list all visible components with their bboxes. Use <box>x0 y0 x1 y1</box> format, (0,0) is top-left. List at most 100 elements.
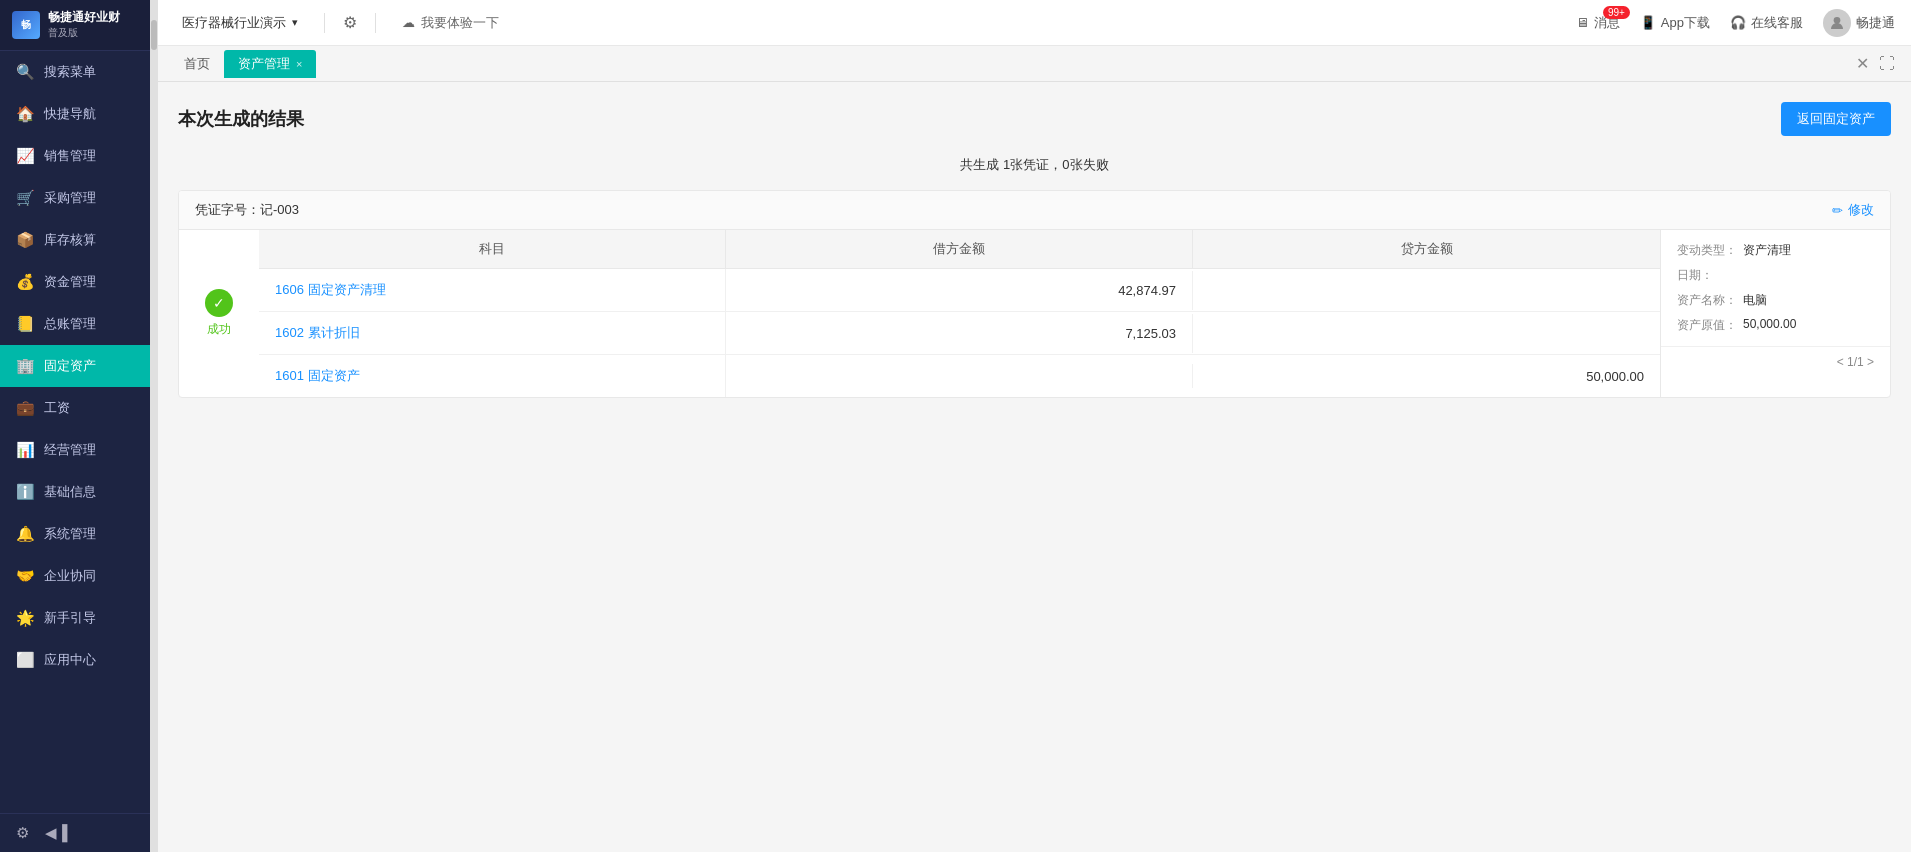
sidebar-item-guide-label: 新手引导 <box>44 609 96 627</box>
sidebar-item-quick-nav-label: 快捷导航 <box>44 105 96 123</box>
tabbar: 首页 资产管理 × ✕ ⛶ <box>158 46 1911 82</box>
payroll-icon: 💼 <box>16 399 34 417</box>
sidebar-item-ledger[interactable]: 📒 总账管理 <box>0 303 150 345</box>
sidebar-item-system-label: 系统管理 <box>44 525 96 543</box>
svg-point-0 <box>1834 17 1841 24</box>
asset-name-label: 资产名称： <box>1677 292 1737 309</box>
app-center-icon: ⬜ <box>16 651 34 669</box>
asset-name-value: 电脑 <box>1743 292 1767 309</box>
sidebar-item-operations[interactable]: 📊 经营管理 <box>0 429 150 471</box>
voucher-status-col: ✓ 成功 <box>179 230 259 397</box>
expand-panel-icon[interactable]: ⛶ <box>1879 55 1895 73</box>
sidebar-scrollbar[interactable] <box>150 0 158 852</box>
sidebar: 畅 畅捷通好业财 普及版 🔍 搜索菜单 🏠 快捷导航 📈 销售管理 🛒 采购管理… <box>0 0 150 852</box>
topbar-right: 🖥 消息 99+ 📱 App下载 🎧 在线客服 畅捷通 <box>1576 9 1895 37</box>
voucher-table-area: 科目 借方金额 贷方金额 1606 固定资产清理 42,874.97 1602 … <box>259 230 1660 397</box>
tab-home[interactable]: 首页 <box>174 55 220 73</box>
sidebar-item-payroll-label: 工资 <box>44 399 70 417</box>
close-panel-icon[interactable]: ✕ <box>1856 54 1869 73</box>
row1-debit: 42,874.97 <box>726 271 1193 310</box>
sidebar-item-purchase[interactable]: 🛒 采购管理 <box>0 177 150 219</box>
voucher-info-content: 变动类型： 资产清理 日期： 资产名称： 电脑 资产原值： <box>1661 230 1891 346</box>
sidebar-item-ledger-label: 总账管理 <box>44 315 96 333</box>
row3-debit <box>726 364 1193 388</box>
user-profile[interactable]: 畅捷通 <box>1823 9 1895 37</box>
sidebar-item-basic-info[interactable]: ℹ️ 基础信息 <box>0 471 150 513</box>
company-selector[interactable]: 医疗器械行业演示 ▾ <box>174 10 306 36</box>
chevron-down-icon: ▾ <box>292 16 298 29</box>
sidebar-item-guide[interactable]: 🌟 新手引导 <box>0 597 150 639</box>
sidebar-item-funds-label: 资金管理 <box>44 273 96 291</box>
date-label: 日期： <box>1677 267 1732 284</box>
sidebar-item-sales[interactable]: 📈 销售管理 <box>0 135 150 177</box>
app-logo: 畅 <box>12 11 40 39</box>
collapse-footer-icon[interactable]: ◀▐ <box>45 824 68 842</box>
notifications-badge: 99+ <box>1603 6 1630 19</box>
sidebar-footer: ⚙ ◀▐ <box>0 813 150 852</box>
topbar-divider-1 <box>324 13 325 33</box>
sidebar-item-operations-label: 经营管理 <box>44 441 96 459</box>
notifications-button[interactable]: 🖥 消息 99+ <box>1576 14 1620 32</box>
sidebar-item-system[interactable]: 🔔 系统管理 <box>0 513 150 555</box>
headset-icon: 🎧 <box>1730 15 1746 30</box>
sidebar-item-search-label: 搜索菜单 <box>44 63 96 81</box>
tab-close-icon[interactable]: × <box>296 58 302 70</box>
info-date: 日期： <box>1677 267 1875 284</box>
sidebar-item-funds[interactable]: 💰 资金管理 <box>0 261 150 303</box>
fixed-assets-icon: 🏢 <box>16 357 34 375</box>
sidebar-item-enterprise-label: 企业协同 <box>44 567 96 585</box>
page-title: 本次生成的结果 <box>178 107 304 131</box>
voucher-edit-button[interactable]: ✏ 修改 <box>1832 201 1874 219</box>
gear-icon[interactable]: ⚙ <box>343 13 357 32</box>
column-credit: 贷方金额 <box>1193 230 1660 268</box>
sidebar-item-purchase-label: 采购管理 <box>44 189 96 207</box>
row2-subject: 1602 累计折旧 <box>259 312 726 354</box>
online-service-label: 在线客服 <box>1751 14 1803 32</box>
info-change-type: 变动类型： 资产清理 <box>1677 242 1875 259</box>
tab-asset-management[interactable]: 资产管理 × <box>224 50 316 78</box>
basic-info-icon: ℹ️ <box>16 483 34 501</box>
cloud-icon: ☁ <box>402 15 415 30</box>
sidebar-item-inventory[interactable]: 📦 库存核算 <box>0 219 150 261</box>
experience-button[interactable]: ☁ 我要体验一下 <box>394 10 507 36</box>
voucher-edit-label: 修改 <box>1848 201 1874 219</box>
app-download-button[interactable]: 📱 App下载 <box>1640 14 1710 32</box>
sidebar-nav: 🔍 搜索菜单 🏠 快捷导航 📈 销售管理 🛒 采购管理 📦 库存核算 💰 资金管… <box>0 51 150 813</box>
sidebar-item-quick-nav[interactable]: 🏠 快捷导航 <box>0 93 150 135</box>
sidebar-item-fixed-assets[interactable]: 🏢 固定资产 <box>0 345 150 387</box>
voucher-header: 凭证字号：记-003 ✏ 修改 <box>179 191 1890 230</box>
scrollbar-thumb <box>151 20 157 50</box>
sales-icon: 📈 <box>16 147 34 165</box>
original-value-value: 50,000.00 <box>1743 317 1796 334</box>
search-icon: 🔍 <box>16 63 34 81</box>
change-type-value: 资产清理 <box>1743 242 1791 259</box>
guide-icon: 🌟 <box>16 609 34 627</box>
sidebar-item-payroll[interactable]: 💼 工资 <box>0 387 150 429</box>
voucher-card: 凭证字号：记-003 ✏ 修改 ✓ 成功 科目 借方 <box>178 190 1891 398</box>
operations-icon: 📊 <box>16 441 34 459</box>
voucher-main-row: ✓ 成功 科目 借方金额 贷方金额 1606 固定资产清理 42,874.97 <box>179 230 1890 397</box>
bell-icon: 🖥 <box>1576 15 1589 30</box>
online-service-button[interactable]: 🎧 在线客服 <box>1730 14 1803 32</box>
app-title-block: 畅捷通好业财 普及版 <box>48 10 120 40</box>
voucher-pagination[interactable]: < 1/1 > <box>1661 346 1890 377</box>
sidebar-item-app-center[interactable]: ⬜ 应用中心 <box>0 639 150 681</box>
sidebar-item-search[interactable]: 🔍 搜索菜单 <box>0 51 150 93</box>
sidebar-item-app-center-label: 应用中心 <box>44 651 96 669</box>
app-download-label: App下载 <box>1661 14 1710 32</box>
table-row: 1602 累计折旧 7,125.03 <box>259 312 1660 355</box>
main-area: 医疗器械行业演示 ▾ ⚙ ☁ 我要体验一下 🖥 消息 99+ 📱 App下载 🎧… <box>158 0 1911 852</box>
user-name: 畅捷通 <box>1856 14 1895 32</box>
sidebar-item-enterprise[interactable]: 🤝 企业协同 <box>0 555 150 597</box>
sidebar-item-fixed-assets-label: 固定资产 <box>44 357 96 375</box>
content-area: 本次生成的结果 返回固定资产 共生成 1张凭证，0张失败 凭证字号：记-003 … <box>158 82 1911 852</box>
sidebar-header: 畅 畅捷通好业财 普及版 <box>0 0 150 51</box>
return-fixed-assets-button[interactable]: 返回固定资产 <box>1781 102 1891 136</box>
settings-footer-icon[interactable]: ⚙ <box>16 824 29 842</box>
sidebar-item-sales-label: 销售管理 <box>44 147 96 165</box>
enterprise-icon: 🤝 <box>16 567 34 585</box>
success-icon: ✓ <box>205 289 233 317</box>
funds-icon: 💰 <box>16 273 34 291</box>
table-row: 1601 固定资产 50,000.00 <box>259 355 1660 397</box>
avatar <box>1823 9 1851 37</box>
